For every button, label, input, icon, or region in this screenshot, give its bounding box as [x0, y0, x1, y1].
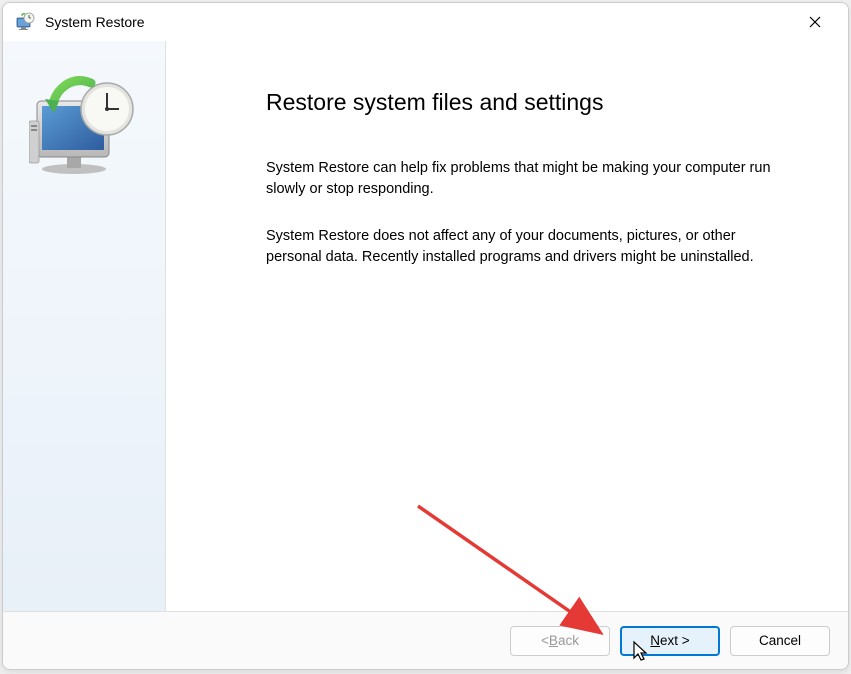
window-title: System Restore — [45, 14, 794, 30]
system-restore-icon — [29, 71, 139, 181]
app-icon — [15, 12, 35, 32]
wizard-footer: < Back Next > Cancel — [3, 611, 848, 669]
system-restore-dialog: System Restore — [2, 2, 849, 670]
wizard-sidebar — [3, 41, 166, 611]
cancel-button[interactable]: Cancel — [730, 626, 830, 656]
titlebar: System Restore — [3, 3, 848, 41]
description-paragraph-2: System Restore does not affect any of yo… — [266, 226, 776, 268]
back-button[interactable]: < Back — [510, 626, 610, 656]
description-paragraph-1: System Restore can help fix problems tha… — [266, 158, 776, 200]
main-content: Restore system files and settings System… — [166, 41, 848, 611]
next-button[interactable]: Next > — [620, 626, 720, 656]
page-heading: Restore system files and settings — [266, 89, 788, 116]
content-area: Restore system files and settings System… — [3, 41, 848, 611]
close-button[interactable] — [794, 6, 836, 38]
